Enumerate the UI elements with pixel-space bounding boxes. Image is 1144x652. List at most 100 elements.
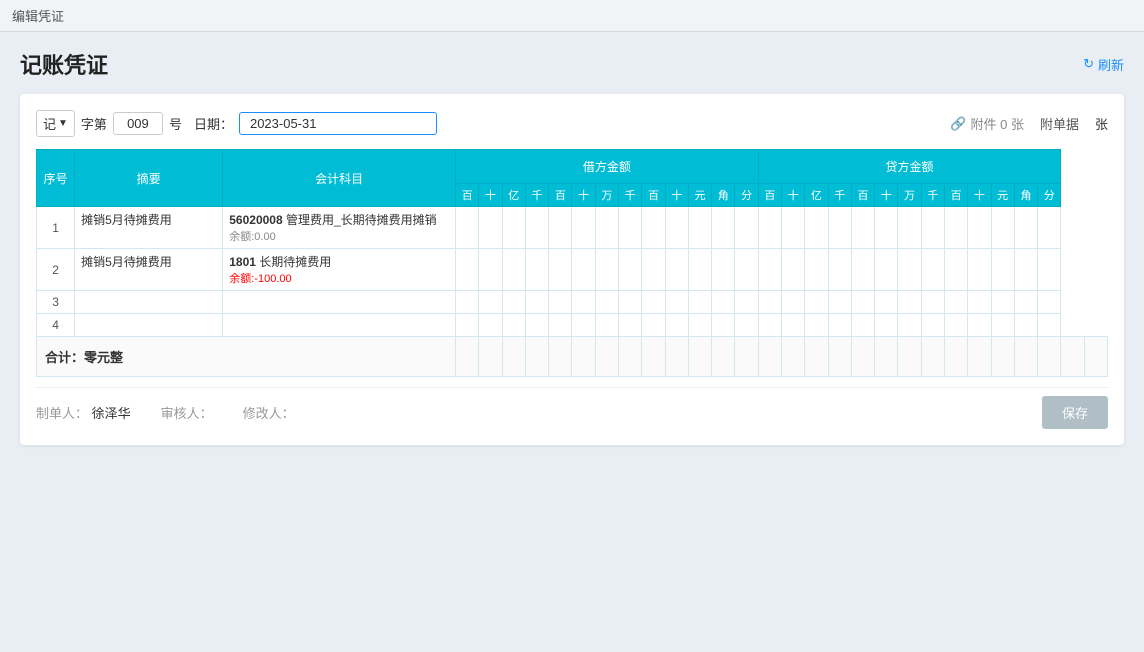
credit-cell-3-4[interactable] bbox=[851, 314, 874, 337]
credit-cell-2-9[interactable] bbox=[968, 291, 991, 314]
credit-cell-2-3[interactable] bbox=[828, 291, 851, 314]
debit-cell-0-10[interactable] bbox=[688, 207, 711, 249]
credit-cell-0-8[interactable] bbox=[944, 207, 967, 249]
credit-cell-1-5[interactable] bbox=[875, 249, 898, 291]
debit-cell-0-3[interactable] bbox=[525, 207, 548, 249]
debit-cell-3-12[interactable] bbox=[735, 314, 758, 337]
debit-cell-3-4[interactable] bbox=[549, 314, 572, 337]
credit-cell-3-12[interactable] bbox=[1038, 314, 1061, 337]
debit-cell-1-3[interactable] bbox=[525, 249, 548, 291]
credit-cell-2-5[interactable] bbox=[875, 291, 898, 314]
debit-cell-1-4[interactable] bbox=[549, 249, 572, 291]
credit-cell-1-12[interactable] bbox=[1038, 249, 1061, 291]
debit-cell-3-5[interactable] bbox=[572, 314, 595, 337]
row-summary-0[interactable]: 摊销5月待摊费用 bbox=[75, 207, 223, 249]
credit-cell-0-10[interactable] bbox=[991, 207, 1014, 249]
debit-cell-0-2[interactable] bbox=[502, 207, 525, 249]
debit-cell-1-8[interactable] bbox=[642, 249, 665, 291]
credit-cell-0-7[interactable] bbox=[921, 207, 944, 249]
credit-cell-0-1[interactable] bbox=[782, 207, 805, 249]
credit-cell-3-10[interactable] bbox=[991, 314, 1014, 337]
debit-cell-0-8[interactable] bbox=[642, 207, 665, 249]
debit-cell-1-11[interactable] bbox=[712, 249, 735, 291]
debit-cell-1-5[interactable] bbox=[572, 249, 595, 291]
debit-cell-1-2[interactable] bbox=[502, 249, 525, 291]
debit-cell-0-1[interactable] bbox=[479, 207, 502, 249]
refresh-button[interactable]: ↻ 刷新 bbox=[1083, 55, 1124, 74]
credit-cell-3-11[interactable] bbox=[1014, 314, 1037, 337]
credit-cell-1-10[interactable] bbox=[991, 249, 1014, 291]
credit-cell-0-3[interactable] bbox=[828, 207, 851, 249]
save-button[interactable]: 保存 bbox=[1042, 396, 1108, 429]
debit-cell-1-0[interactable] bbox=[456, 249, 479, 291]
credit-cell-3-5[interactable] bbox=[875, 314, 898, 337]
debit-cell-3-3[interactable] bbox=[525, 314, 548, 337]
debit-cell-0-4[interactable] bbox=[549, 207, 572, 249]
credit-cell-2-12[interactable] bbox=[1038, 291, 1061, 314]
credit-cell-1-8[interactable] bbox=[944, 249, 967, 291]
fj-link[interactable]: 附单据 bbox=[1040, 114, 1079, 133]
credit-cell-0-11[interactable] bbox=[1014, 207, 1037, 249]
zi-number[interactable]: 009 bbox=[113, 112, 163, 135]
credit-cell-2-4[interactable] bbox=[851, 291, 874, 314]
row-account-1[interactable]: 1801 长期待摊费用余额:-100.00 bbox=[223, 249, 456, 291]
debit-cell-0-12[interactable] bbox=[735, 207, 758, 249]
date-input[interactable] bbox=[239, 112, 437, 135]
debit-cell-2-0[interactable] bbox=[456, 291, 479, 314]
credit-cell-1-4[interactable] bbox=[851, 249, 874, 291]
row-account-3[interactable] bbox=[223, 314, 456, 337]
row-account-0[interactable]: 56020008 管理费用_长期待摊费用摊销余额:0.00 bbox=[223, 207, 456, 249]
debit-cell-3-10[interactable] bbox=[688, 314, 711, 337]
debit-cell-1-9[interactable] bbox=[665, 249, 688, 291]
credit-cell-1-6[interactable] bbox=[898, 249, 921, 291]
credit-cell-2-2[interactable] bbox=[805, 291, 828, 314]
debit-cell-1-1[interactable] bbox=[479, 249, 502, 291]
row-summary-2[interactable] bbox=[75, 291, 223, 314]
credit-cell-1-7[interactable] bbox=[921, 249, 944, 291]
credit-cell-0-2[interactable] bbox=[805, 207, 828, 249]
credit-cell-3-6[interactable] bbox=[898, 314, 921, 337]
credit-cell-3-1[interactable] bbox=[782, 314, 805, 337]
credit-cell-2-0[interactable] bbox=[758, 291, 781, 314]
credit-cell-2-1[interactable] bbox=[782, 291, 805, 314]
credit-cell-3-7[interactable] bbox=[921, 314, 944, 337]
credit-cell-2-11[interactable] bbox=[1014, 291, 1037, 314]
debit-cell-2-6[interactable] bbox=[595, 291, 618, 314]
row-summary-3[interactable] bbox=[75, 314, 223, 337]
row-summary-1[interactable]: 摊销5月待摊费用 bbox=[75, 249, 223, 291]
credit-cell-1-11[interactable] bbox=[1014, 249, 1037, 291]
credit-cell-1-0[interactable] bbox=[758, 249, 781, 291]
credit-cell-3-9[interactable] bbox=[968, 314, 991, 337]
debit-cell-3-0[interactable] bbox=[456, 314, 479, 337]
debit-cell-2-4[interactable] bbox=[549, 291, 572, 314]
ji-dropdown[interactable]: 记 ▼ bbox=[36, 110, 75, 137]
credit-cell-0-5[interactable] bbox=[875, 207, 898, 249]
debit-cell-1-6[interactable] bbox=[595, 249, 618, 291]
credit-cell-2-10[interactable] bbox=[991, 291, 1014, 314]
debit-cell-3-11[interactable] bbox=[712, 314, 735, 337]
debit-cell-3-1[interactable] bbox=[479, 314, 502, 337]
credit-cell-3-0[interactable] bbox=[758, 314, 781, 337]
credit-cell-0-4[interactable] bbox=[851, 207, 874, 249]
credit-cell-3-8[interactable] bbox=[944, 314, 967, 337]
debit-cell-2-1[interactable] bbox=[479, 291, 502, 314]
credit-cell-3-2[interactable] bbox=[805, 314, 828, 337]
attachment-link[interactable]: 🔗 附件 0 张 bbox=[950, 114, 1024, 133]
credit-cell-0-6[interactable] bbox=[898, 207, 921, 249]
debit-cell-2-8[interactable] bbox=[642, 291, 665, 314]
debit-cell-3-2[interactable] bbox=[502, 314, 525, 337]
credit-cell-0-9[interactable] bbox=[968, 207, 991, 249]
debit-cell-0-0[interactable] bbox=[456, 207, 479, 249]
credit-cell-2-8[interactable] bbox=[944, 291, 967, 314]
debit-cell-3-8[interactable] bbox=[642, 314, 665, 337]
row-account-2[interactable] bbox=[223, 291, 456, 314]
debit-cell-2-9[interactable] bbox=[665, 291, 688, 314]
debit-cell-3-7[interactable] bbox=[619, 314, 642, 337]
debit-cell-0-7[interactable] bbox=[619, 207, 642, 249]
credit-cell-2-7[interactable] bbox=[921, 291, 944, 314]
credit-cell-3-3[interactable] bbox=[828, 314, 851, 337]
credit-cell-1-9[interactable] bbox=[968, 249, 991, 291]
credit-cell-2-6[interactable] bbox=[898, 291, 921, 314]
debit-cell-2-7[interactable] bbox=[619, 291, 642, 314]
credit-cell-1-1[interactable] bbox=[782, 249, 805, 291]
